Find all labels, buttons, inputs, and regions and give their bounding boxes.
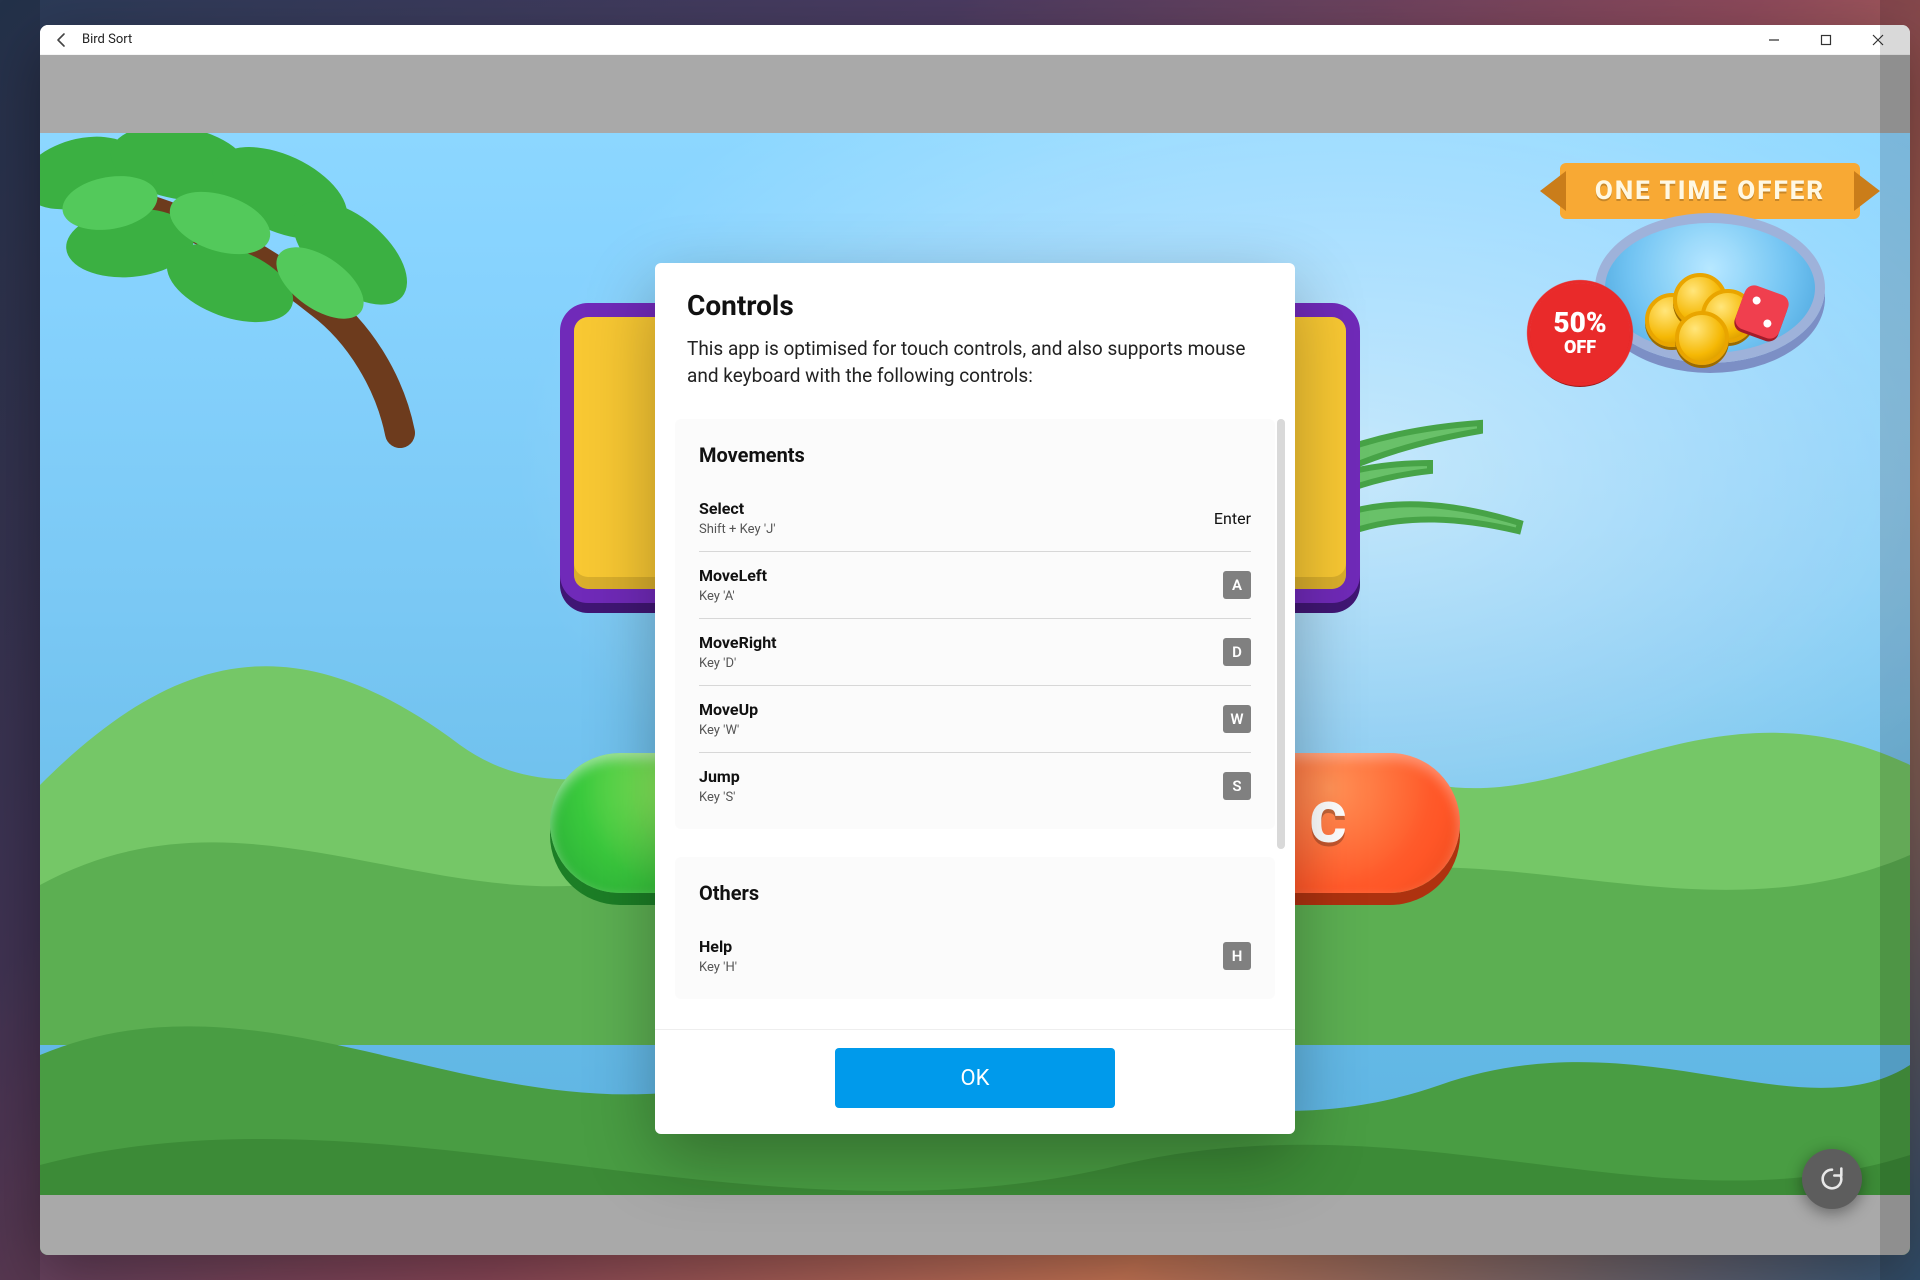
control-name: Help	[699, 937, 737, 956]
modal-description: This app is optimised for touch controls…	[687, 336, 1263, 389]
section-title: Movements	[699, 443, 1251, 467]
modal-scroll-area[interactable]: Movements Select Shift + Key 'J' Enter M…	[675, 419, 1275, 1027]
section-movements: Movements Select Shift + Key 'J' Enter M…	[675, 419, 1275, 829]
arrow-left-icon	[54, 32, 70, 48]
offer-off-label: OFF	[1564, 339, 1596, 357]
control-name: Select	[699, 499, 776, 518]
bottom-bar-placeholder	[40, 1195, 1910, 1255]
control-hint: Key 'W'	[699, 723, 758, 738]
app-window: Bird Sort	[40, 25, 1910, 1255]
control-name: Jump	[699, 767, 740, 786]
modal-title: Controls	[687, 289, 1263, 322]
control-key-text: Enter	[1214, 509, 1251, 528]
control-name: MoveLeft	[699, 566, 767, 585]
game-viewport: RT C C ONE TIME OFFER	[40, 133, 1910, 1255]
control-hint: Key 'H'	[699, 960, 737, 975]
control-key-box: D	[1223, 638, 1251, 666]
refresh-fab[interactable]	[1802, 1149, 1862, 1209]
refresh-icon	[1818, 1165, 1846, 1193]
control-row-moveup: MoveUp Key 'W' W	[699, 686, 1251, 753]
window-title: Bird Sort	[82, 32, 132, 47]
control-key-box: H	[1223, 942, 1251, 970]
control-row-select: Select Shift + Key 'J' Enter	[699, 485, 1251, 552]
leaves-art	[40, 133, 440, 453]
control-hint: Shift + Key 'J'	[699, 522, 776, 537]
offer-percent: 50%	[1553, 309, 1606, 337]
control-hint: Key 'A'	[699, 589, 767, 604]
control-hint: Key 'D'	[699, 656, 777, 671]
control-row-moveright: MoveRight Key 'D' D	[699, 619, 1251, 686]
back-button[interactable]	[46, 25, 78, 55]
control-key-box: A	[1223, 571, 1251, 599]
ok-button[interactable]: OK	[835, 1048, 1115, 1108]
offer-plate	[1595, 213, 1825, 363]
control-row-moveleft: MoveLeft Key 'A' A	[699, 552, 1251, 619]
minimize-icon	[1768, 34, 1780, 46]
controls-modal: Controls This app is optimised for touch…	[655, 263, 1295, 1134]
control-hint: Key 'S'	[699, 790, 740, 805]
offer-discount-badge: 50% OFF	[1530, 283, 1630, 383]
control-row-jump: Jump Key 'S' S	[699, 753, 1251, 807]
control-name: MoveRight	[699, 633, 777, 652]
titlebar: Bird Sort	[40, 25, 1910, 55]
dice-art	[1733, 283, 1792, 342]
maximize-button[interactable]	[1800, 25, 1852, 55]
scrollbar-thumb[interactable]	[1277, 419, 1285, 849]
section-title: Others	[699, 881, 1251, 905]
close-icon	[1872, 34, 1884, 46]
close-button[interactable]	[1852, 25, 1904, 55]
section-others: Others Help Key 'H' H	[675, 857, 1275, 999]
minimize-button[interactable]	[1748, 25, 1800, 55]
control-name: MoveUp	[699, 700, 758, 719]
control-row-help: Help Key 'H' H	[699, 923, 1251, 977]
control-key-box: S	[1223, 772, 1251, 800]
offer-banner: ONE TIME OFFER	[1560, 163, 1860, 219]
desktop-background: Bird Sort	[0, 0, 1920, 1280]
control-key-box: W	[1223, 705, 1251, 733]
toolbar-placeholder	[40, 55, 1910, 133]
one-time-offer-widget[interactable]: ONE TIME OFFER 50% OFF	[1560, 163, 1860, 383]
maximize-icon	[1820, 34, 1832, 46]
